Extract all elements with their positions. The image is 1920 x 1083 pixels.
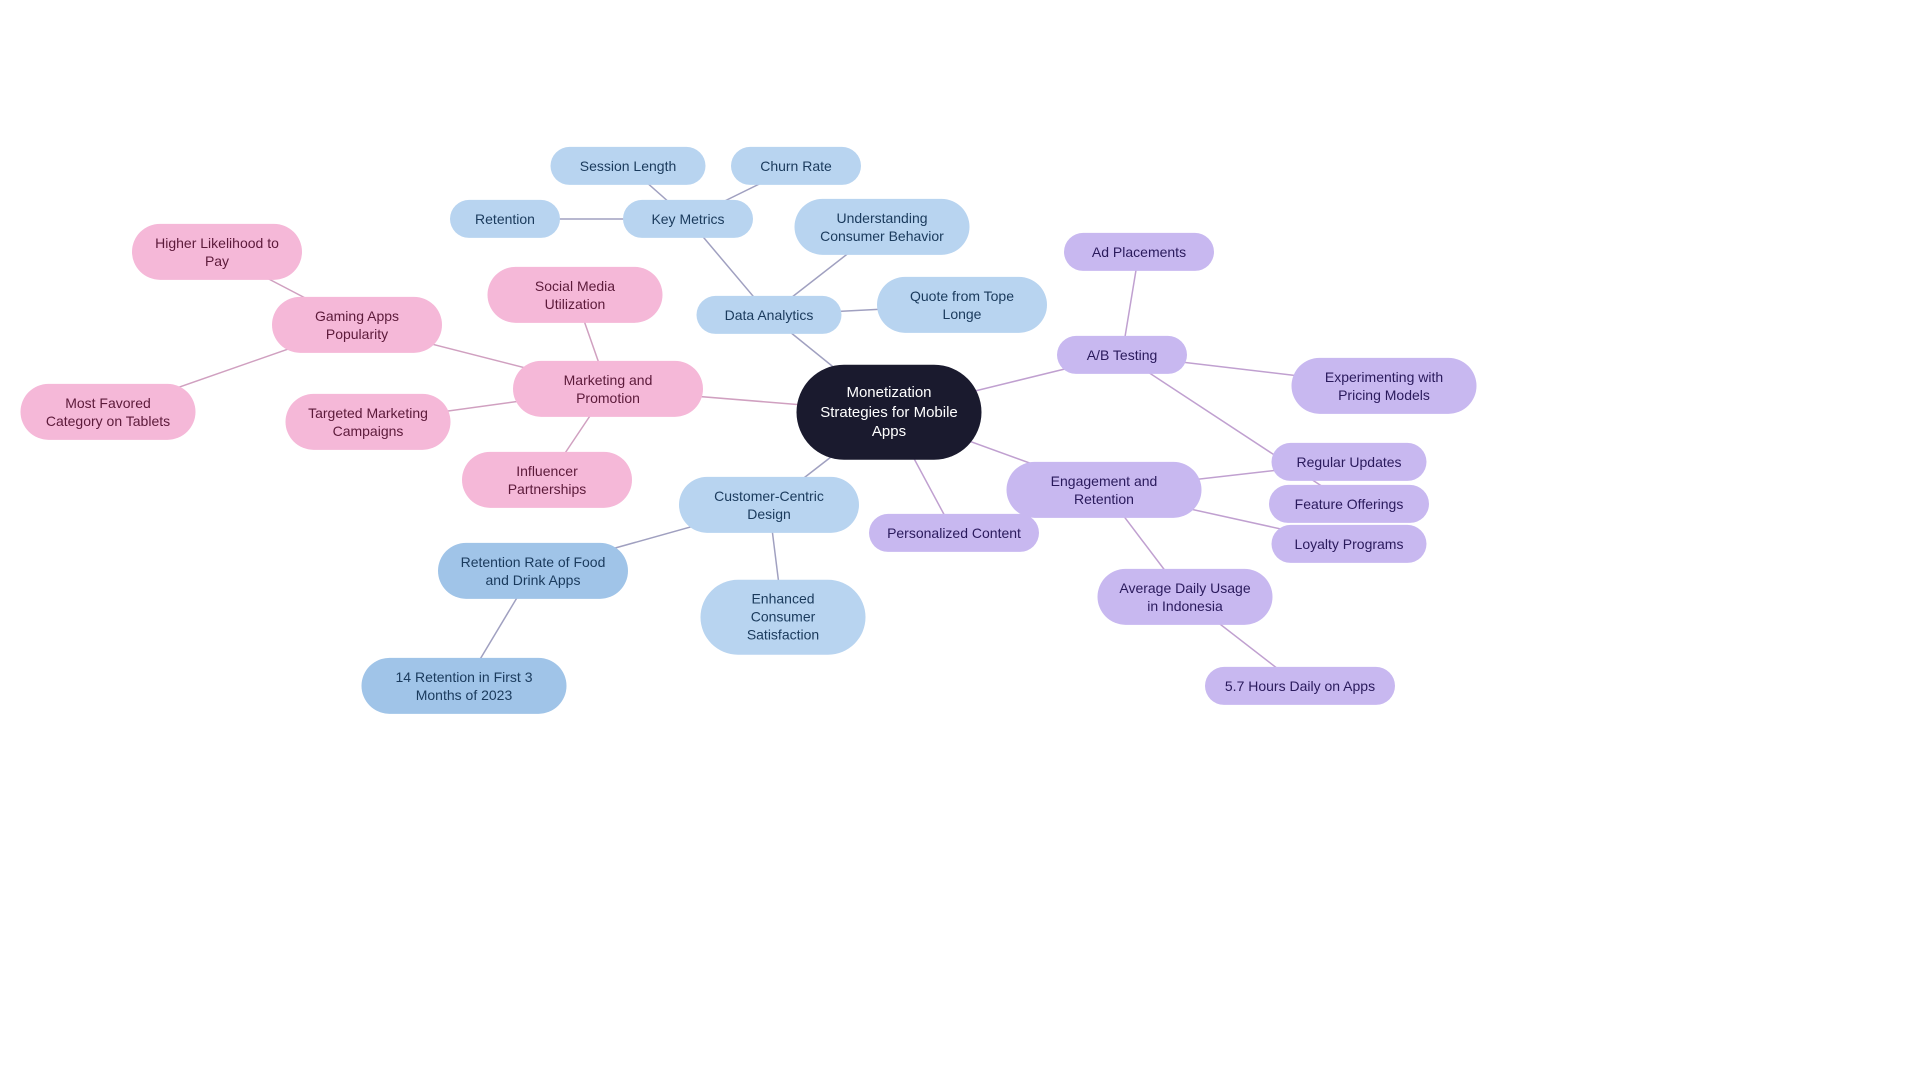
targeted-marketing-node[interactable]: Targeted Marketing Campaigns (286, 394, 451, 450)
average-daily-node[interactable]: Average Daily Usage in Indonesia (1098, 569, 1273, 625)
higher-likelihood-node[interactable]: Higher Likelihood to Pay (132, 224, 302, 280)
engagement-retention-node[interactable]: Engagement and Retention (1007, 462, 1202, 518)
marketing-promotion-node[interactable]: Marketing and Promotion (513, 361, 703, 417)
regular-updates-node[interactable]: Regular Updates (1272, 443, 1427, 481)
key-metrics-node[interactable]: Key Metrics (623, 200, 753, 238)
ad-placements-node[interactable]: Ad Placements (1064, 233, 1214, 271)
experimenting-node[interactable]: Experimenting with Pricing Models (1292, 358, 1477, 414)
mindmap-container: Monetization Strategies for Mobile Apps … (0, 0, 1920, 1083)
ab-testing-node[interactable]: A/B Testing (1057, 336, 1187, 374)
feature-offerings-node[interactable]: Feature Offerings (1269, 485, 1429, 523)
daily-hours-node[interactable]: 5.7 Hours Daily on Apps (1205, 667, 1395, 705)
social-media-node[interactable]: Social Media Utilization (488, 267, 663, 323)
influencer-node[interactable]: Influencer Partnerships (462, 452, 632, 508)
gaming-apps-node[interactable]: Gaming Apps Popularity (272, 297, 442, 353)
loyalty-programs-node[interactable]: Loyalty Programs (1272, 525, 1427, 563)
retention-node[interactable]: Retention (450, 200, 560, 238)
retention-14-node[interactable]: 14 Retention in First 3 Months of 2023 (362, 658, 567, 714)
understanding-consumer-node[interactable]: Understanding Consumer Behavior (795, 199, 970, 255)
customer-centric-node[interactable]: Customer-Centric Design (679, 477, 859, 533)
data-analytics-node[interactable]: Data Analytics (697, 296, 842, 334)
enhanced-consumer-node[interactable]: Enhanced Consumer Satisfaction (701, 580, 866, 655)
session-length-node[interactable]: Session Length (551, 147, 706, 185)
churn-rate-node[interactable]: Churn Rate (731, 147, 861, 185)
personalized-content-node[interactable]: Personalized Content (869, 514, 1039, 552)
most-favored-node[interactable]: Most Favored Category on Tablets (21, 384, 196, 440)
center-node[interactable]: Monetization Strategies for Mobile Apps (797, 365, 982, 460)
retention-food-node[interactable]: Retention Rate of Food and Drink Apps (438, 543, 628, 599)
quote-tope-node[interactable]: Quote from Tope Longe (877, 277, 1047, 333)
